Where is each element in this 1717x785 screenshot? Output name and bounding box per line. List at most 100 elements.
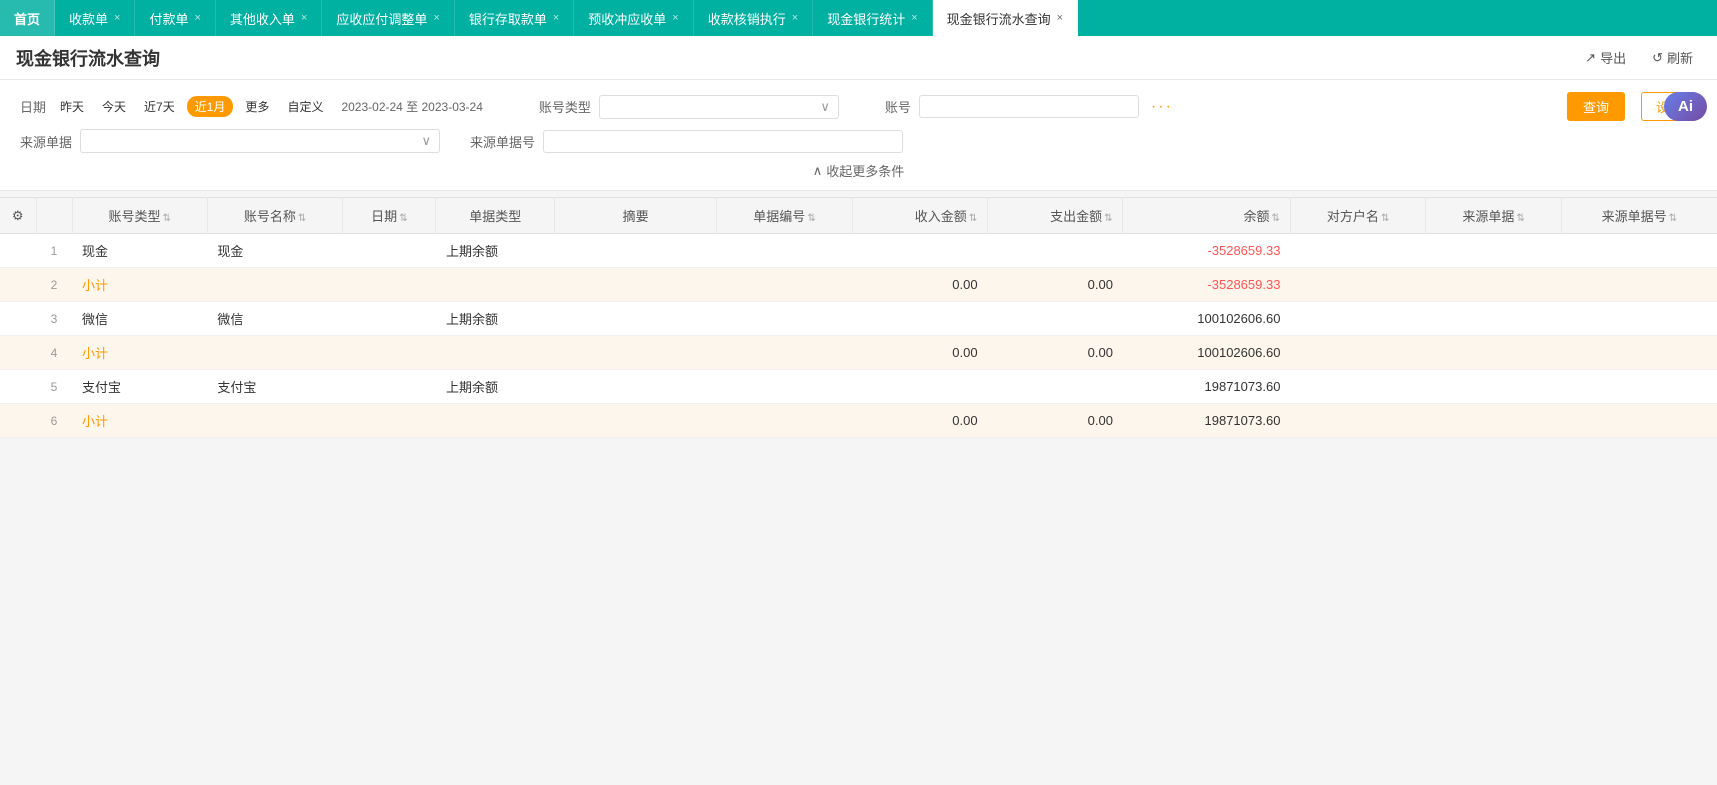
table-row [343, 404, 436, 438]
table-row: 0.00 [988, 268, 1123, 302]
table-row [436, 404, 555, 438]
close-qitashouru-icon[interactable]: × [301, 12, 307, 24]
refresh-icon: ↺ [1652, 50, 1663, 66]
table-row [554, 268, 716, 302]
filter-row-2: 来源单据 ∨ 来源单据号 [20, 129, 1697, 153]
close-fukuandan-icon[interactable]: × [194, 12, 200, 24]
row-settings-cell [0, 336, 36, 370]
top-navigation: 首页 收款单 × 付款单 × 其他收入单 × 应收应付调整单 × 银行存取款单 … [0, 0, 1717, 36]
date-yesterday[interactable]: 昨天 [54, 96, 90, 117]
nav-tab-shoukuanhexiao[interactable]: 收款核销执行 × [694, 0, 813, 36]
table-header: ⚙ 账号类型⇅ 账号名称⇅ 日期⇅ 单据类型 摘要 单据编号⇅ 收入金额⇅ [0, 198, 1717, 234]
table-row: 支付宝 [207, 370, 342, 404]
table-row [343, 234, 436, 268]
table-row [1290, 268, 1425, 302]
row-num: 1 [36, 234, 72, 268]
th-counterpart[interactable]: 对方户名⇅ [1290, 198, 1425, 234]
table-row [1290, 234, 1425, 268]
table-row [554, 302, 716, 336]
header-actions: ↗ 导出 ↺ 刷新 [1577, 44, 1701, 71]
source-doc-select[interactable]: ∨ [80, 129, 440, 153]
table-row [1426, 234, 1561, 268]
nav-tab-yingshou[interactable]: 应收应付调整单 × [322, 0, 454, 36]
th-settings[interactable]: ⚙ [0, 198, 36, 234]
account-type-chevron-icon: ∨ [820, 99, 830, 115]
table-row [207, 404, 342, 438]
table-row [717, 336, 852, 370]
row-settings-cell [0, 234, 36, 268]
table-row: 0.00 [852, 336, 987, 370]
table-row [988, 234, 1123, 268]
collapse-bar[interactable]: ∧ 收起更多条件 [20, 157, 1697, 182]
table-row [554, 370, 716, 404]
table-row [1561, 370, 1717, 404]
th-expense[interactable]: 支出金额⇅ [988, 198, 1123, 234]
date-1month[interactable]: 近1月 [187, 96, 234, 117]
th-account-name[interactable]: 账号名称⇅ [207, 198, 342, 234]
table-row: 小计 [72, 268, 207, 302]
th-income[interactable]: 收入金额⇅ [852, 198, 987, 234]
account-label: 账号 [885, 97, 911, 116]
nav-tab-qitashouru[interactable]: 其他收入单 × [216, 0, 322, 36]
close-liushui-icon[interactable]: × [1057, 12, 1063, 24]
th-balance[interactable]: 余额⇅ [1123, 198, 1290, 234]
ai-badge[interactable]: Ai [1664, 92, 1707, 121]
account-filter-group: 账号 ··· [885, 95, 1177, 118]
query-button[interactable]: 查询 [1567, 92, 1625, 121]
date-shortcuts: 昨天 今天 近7天 近1月 更多 自定义 [54, 96, 329, 117]
table-row [554, 336, 716, 370]
table-body: 1现金现金上期余额-3528659.332小计0.000.00-3528659.… [0, 234, 1717, 438]
th-account-type[interactable]: 账号类型⇅ [72, 198, 207, 234]
date-custom[interactable]: 自定义 [281, 96, 329, 117]
export-button[interactable]: ↗ 导出 [1577, 44, 1634, 71]
table-row [207, 268, 342, 302]
table-row [852, 302, 987, 336]
close-xianjinyinhang-icon[interactable]: × [911, 12, 917, 24]
date-7days[interactable]: 近7天 [138, 96, 181, 117]
account-input[interactable] [919, 95, 1139, 118]
collapse-label: 收起更多条件 [826, 161, 904, 180]
nav-home[interactable]: 首页 [0, 0, 55, 36]
table-row: 小计 [72, 404, 207, 438]
nav-tab-fukuandan[interactable]: 付款单 × [135, 0, 215, 36]
th-source-doc[interactable]: 来源单据⇅ [1426, 198, 1561, 234]
table-row [1290, 370, 1425, 404]
refresh-button[interactable]: ↺ 刷新 [1644, 44, 1701, 71]
th-source-doc-no[interactable]: 来源单据号⇅ [1561, 198, 1717, 234]
account-type-select[interactable]: ∨ [599, 95, 839, 119]
close-shoukuandan-icon[interactable]: × [114, 12, 120, 24]
nav-tab-yushou[interactable]: 预收冲应收单 × [574, 0, 693, 36]
close-yushou-icon[interactable]: × [672, 12, 678, 24]
source-doc-num-filter-group: 来源单据号 [470, 130, 903, 153]
close-shoukuanhexiao-icon[interactable]: × [792, 12, 798, 24]
nav-tab-yinhang[interactable]: 银行存取款单 × [455, 0, 574, 36]
table-row: 上期余额 [436, 370, 555, 404]
sort-source-doc-icon: ⇅ [1516, 213, 1524, 224]
nav-tab-liushui[interactable]: 现金银行流水查询 × [933, 0, 1078, 36]
row-num: 6 [36, 404, 72, 438]
close-yinhang-icon[interactable]: × [553, 12, 559, 24]
table-row: 小计 [72, 336, 207, 370]
row-settings-cell [0, 268, 36, 302]
close-yingshou-icon[interactable]: × [433, 12, 439, 24]
th-doc-no[interactable]: 单据编号⇅ [717, 198, 852, 234]
date-today[interactable]: 今天 [96, 96, 132, 117]
table-row: 0.00 [988, 336, 1123, 370]
th-summary: 摘要 [554, 198, 716, 234]
table-row [554, 404, 716, 438]
table-row [1426, 336, 1561, 370]
source-doc-num-input[interactable] [543, 130, 903, 153]
table-row [1426, 370, 1561, 404]
account-more-icon[interactable]: ··· [1147, 98, 1177, 116]
filter-row-1: 日期 昨天 今天 近7天 近1月 更多 自定义 2023-02-24 至 202… [20, 92, 1697, 121]
sort-date-icon: ⇅ [399, 213, 407, 224]
date-more[interactable]: 更多 [239, 96, 275, 117]
th-date[interactable]: 日期⇅ [343, 198, 436, 234]
table-row: 微信 [72, 302, 207, 336]
table-row [436, 268, 555, 302]
data-table: ⚙ 账号类型⇅ 账号名称⇅ 日期⇅ 单据类型 摘要 单据编号⇅ 收入金额⇅ [0, 197, 1717, 438]
nav-tab-xianjinyinhang[interactable]: 现金银行统计 × [813, 0, 932, 36]
row-num: 4 [36, 336, 72, 370]
table-row: -3528659.33 [1123, 234, 1290, 268]
nav-tab-shoukuandan[interactable]: 收款单 × [55, 0, 135, 36]
